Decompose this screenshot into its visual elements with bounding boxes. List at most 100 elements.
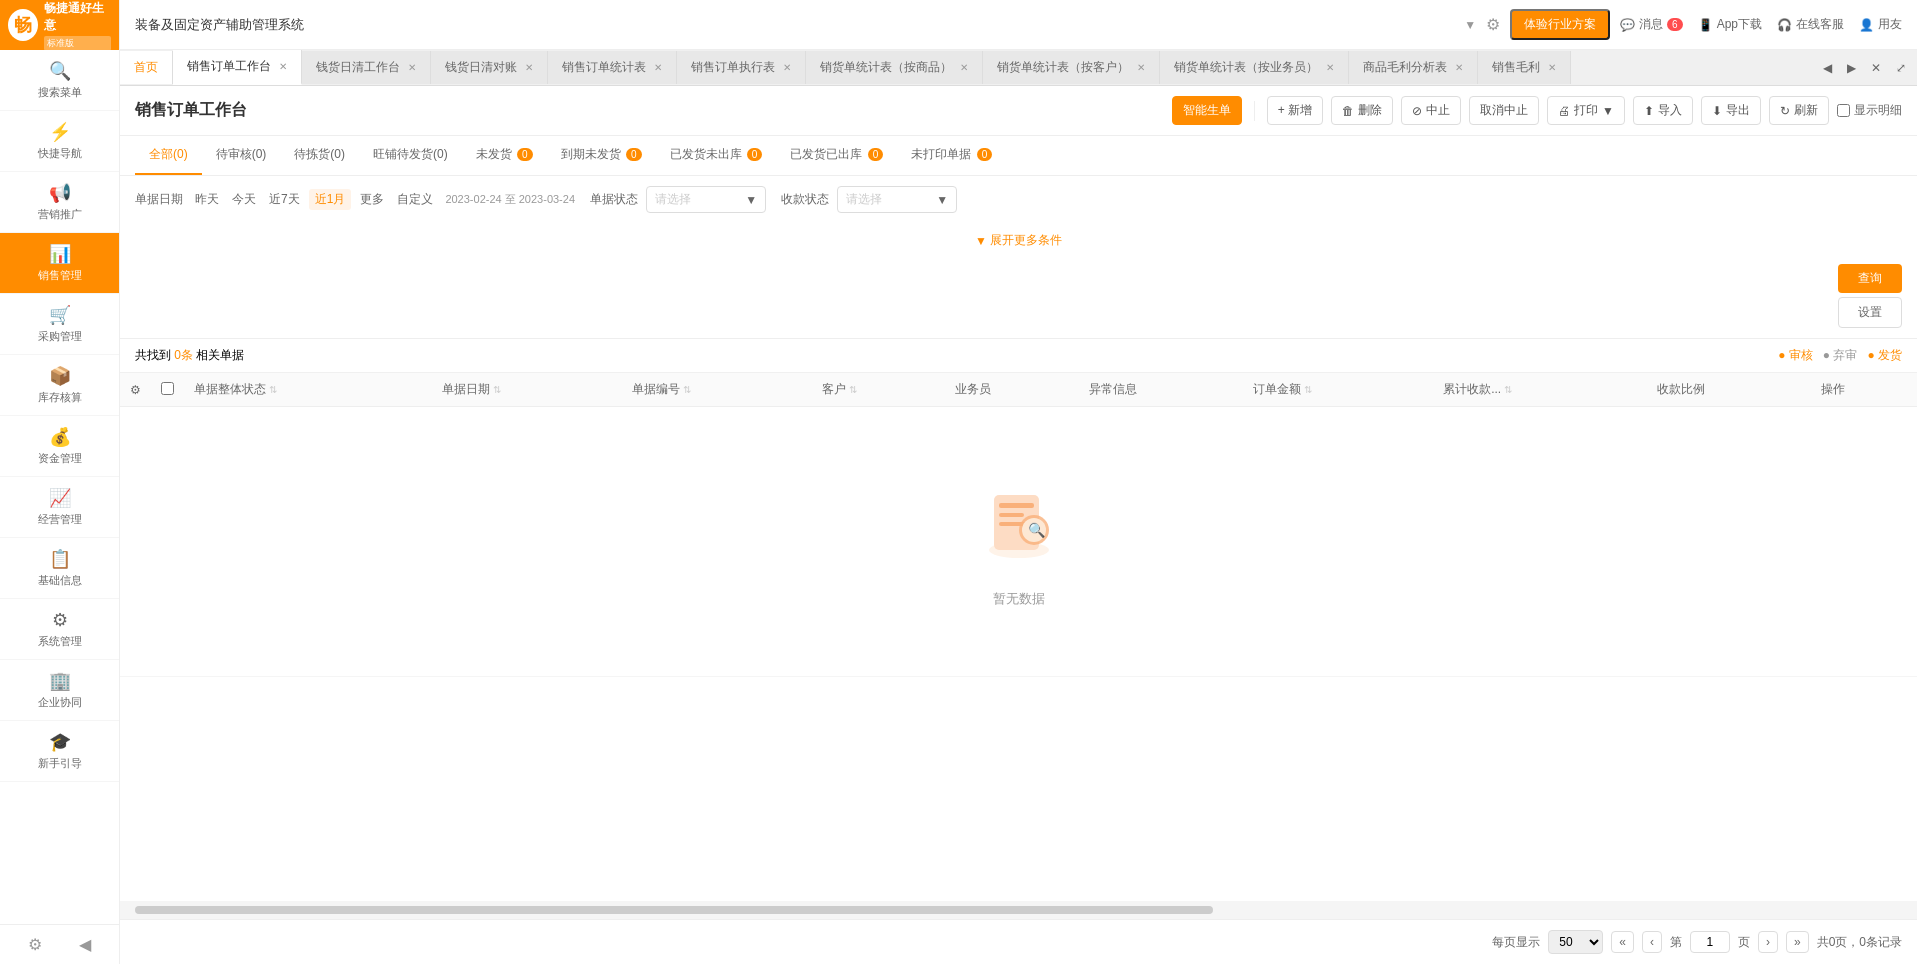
- sidebar-item-sales[interactable]: 📊销售管理: [0, 233, 119, 294]
- set-btn[interactable]: 设置: [1838, 297, 1902, 328]
- prev-page-btn[interactable]: ‹: [1642, 931, 1662, 953]
- user-menu[interactable]: 👤 用友: [1859, 16, 1902, 33]
- th-date[interactable]: 单据日期⇅: [432, 373, 622, 407]
- sidebar-item-system[interactable]: ⚙系统管理: [0, 599, 119, 660]
- tab-sales-stat-customer[interactable]: 销货单统计表（按客户） ✕: [983, 51, 1160, 84]
- th-staff[interactable]: 业务员: [945, 373, 1080, 407]
- per-page-select[interactable]: 50 100 200: [1548, 930, 1603, 954]
- date-yesterday[interactable]: 昨天: [191, 189, 223, 210]
- tab-home[interactable]: 首页: [120, 51, 173, 84]
- review-btn[interactable]: ● 审核: [1778, 347, 1813, 364]
- tab-close-sales-order-stat[interactable]: ✕: [654, 62, 662, 73]
- tab-close-all-btn[interactable]: ✕: [1865, 57, 1887, 79]
- cancel-stop-btn[interactable]: 取消中止: [1469, 96, 1539, 125]
- tab-close-sales-stat-customer[interactable]: ✕: [1137, 62, 1145, 73]
- filter-tab-all[interactable]: 全部(0): [135, 136, 202, 175]
- last-page-btn[interactable]: »: [1786, 931, 1809, 953]
- ship-btn[interactable]: ● 发货: [1867, 347, 1902, 364]
- tab-sales-order-workbench[interactable]: 销售订单工作台 ✕: [173, 50, 302, 85]
- cancel-review-btn[interactable]: ● 弃审: [1823, 347, 1858, 364]
- tab-close-sales-order-workbench[interactable]: ✕: [279, 61, 287, 72]
- payment-status-select[interactable]: 请选择 ▼: [837, 186, 957, 213]
- tab-sales-order-stat[interactable]: 销售订单统计表 ✕: [548, 51, 677, 84]
- tab-cash-reconcile[interactable]: 钱货日清对账 ✕: [431, 51, 548, 84]
- main-content: 装备及固定资产辅助管理系统 ▼ ⚙ 体验行业方案 💬 消息 6 📱 App下载 …: [120, 0, 1917, 964]
- sidebar-item-enterprise[interactable]: 🏢企业协同: [0, 660, 119, 721]
- stop-btn[interactable]: ⊘ 中止: [1401, 96, 1461, 125]
- date-1month[interactable]: 近1月: [309, 189, 352, 210]
- th-collected[interactable]: 累计收款...⇅: [1433, 373, 1647, 407]
- sidebar-item-quick-nav[interactable]: ⚡快捷导航: [0, 111, 119, 172]
- tab-prev-btn[interactable]: ◀: [1817, 57, 1838, 79]
- sidebar-item-purchase[interactable]: 🛒采购管理: [0, 294, 119, 355]
- tab-close-product-margin[interactable]: ✕: [1455, 62, 1463, 73]
- tab-cash-daily-work[interactable]: 钱货日清工作台 ✕: [302, 51, 431, 84]
- sidebar-item-basic-info[interactable]: 📋基础信息: [0, 538, 119, 599]
- filter-tab-wangpu[interactable]: 旺铺待发货(0): [359, 136, 462, 175]
- date-today[interactable]: 今天: [228, 189, 260, 210]
- th-status[interactable]: 单据整体状态⇅: [184, 373, 432, 407]
- scroll-bar-thumb[interactable]: [135, 906, 1213, 914]
- import-btn[interactable]: ⬆ 导入: [1633, 96, 1693, 125]
- settings-icon[interactable]: ⚙: [28, 935, 42, 954]
- delete-btn[interactable]: 🗑 删除: [1331, 96, 1393, 125]
- th-number[interactable]: 单据编号⇅: [622, 373, 812, 407]
- page-input[interactable]: [1690, 931, 1730, 953]
- filter-tab-shipped-not-out[interactable]: 已发货未出库 0: [656, 136, 777, 175]
- filter-tab-not-printed[interactable]: 未打印单据 0: [897, 136, 1006, 175]
- tab-close-cash-daily-work[interactable]: ✕: [408, 62, 416, 73]
- message-btn[interactable]: 💬 消息 6: [1620, 16, 1683, 33]
- sidebar-item-finance[interactable]: 💰资金管理: [0, 416, 119, 477]
- filter-tab-not-shipped[interactable]: 未发货 0: [462, 136, 547, 175]
- tab-sales-gross[interactable]: 销售毛利 ✕: [1478, 51, 1571, 84]
- tab-next-btn[interactable]: ▶: [1841, 57, 1862, 79]
- tab-close-cash-reconcile[interactable]: ✕: [525, 62, 533, 73]
- tab-maximize-btn[interactable]: ⤢: [1890, 57, 1912, 79]
- tab-close-sales-stat-staff[interactable]: ✕: [1326, 62, 1334, 73]
- th-abnormal[interactable]: 异常信息: [1079, 373, 1243, 407]
- date-more[interactable]: 更多: [356, 189, 388, 210]
- collapse-icon[interactable]: ◀: [79, 935, 91, 954]
- show-detail-checkbox[interactable]: [1837, 104, 1850, 117]
- dropdown-icon[interactable]: ▼: [1464, 18, 1476, 32]
- export-btn[interactable]: ⬇ 导出: [1701, 96, 1761, 125]
- next-page-btn[interactable]: ›: [1758, 931, 1778, 953]
- sidebar-item-search[interactable]: 🔍搜索菜单: [0, 50, 119, 111]
- sidebar-item-operations[interactable]: 📈经营管理: [0, 477, 119, 538]
- app-download-btn[interactable]: 📱 App下载: [1698, 16, 1762, 33]
- sidebar-item-marketing[interactable]: 📢营销推广: [0, 172, 119, 233]
- tab-sales-stat-product[interactable]: 销货单统计表（按商品） ✕: [806, 51, 983, 84]
- th-check[interactable]: [151, 373, 184, 407]
- status-select[interactable]: 请选择 ▼: [646, 186, 766, 213]
- date-custom[interactable]: 自定义: [393, 189, 437, 210]
- print-btn[interactable]: 🖨 打印 ▼: [1547, 96, 1625, 125]
- filter-tab-pending-review[interactable]: 待审核(0): [202, 136, 281, 175]
- tab-product-margin[interactable]: 商品毛利分析表 ✕: [1349, 51, 1478, 84]
- filter-tab-pending-inspection[interactable]: 待拣货(0): [280, 136, 359, 175]
- industry-btn[interactable]: 体验行业方案: [1510, 9, 1610, 40]
- filter-tab-expired-not-shipped[interactable]: 到期未发货 0: [547, 136, 656, 175]
- tab-close-sales-gross[interactable]: ✕: [1548, 62, 1556, 73]
- online-service-btn[interactable]: 🎧 在线客服: [1777, 16, 1844, 33]
- tab-sales-order-exec[interactable]: 销售订单执行表 ✕: [677, 51, 806, 84]
- settings-icon[interactable]: ⚙: [1486, 15, 1500, 34]
- first-page-btn[interactable]: «: [1611, 931, 1634, 953]
- tab-close-sales-stat-product[interactable]: ✕: [960, 62, 968, 73]
- th-amount[interactable]: 订单金额⇅: [1243, 373, 1433, 407]
- expand-btn[interactable]: ▼ 展开更多条件: [975, 232, 1062, 249]
- th-customer[interactable]: 客户⇅: [812, 373, 944, 407]
- sidebar-item-inventory[interactable]: 📦库存核算: [0, 355, 119, 416]
- search-btn[interactable]: 查询: [1838, 264, 1902, 293]
- filter-tab-shipped-out[interactable]: 已发货已出库 0: [776, 136, 897, 175]
- tab-close-sales-order-exec[interactable]: ✕: [783, 62, 791, 73]
- refresh-btn[interactable]: ↻ 刷新: [1769, 96, 1829, 125]
- horizontal-scrollbar[interactable]: [120, 901, 1917, 919]
- date-7days[interactable]: 近7天: [265, 189, 304, 210]
- show-detail-toggle[interactable]: 显示明细: [1837, 102, 1902, 119]
- new-btn[interactable]: + 新增: [1267, 96, 1323, 125]
- th-settings[interactable]: ⚙: [120, 373, 151, 407]
- sidebar-item-guide[interactable]: 🎓新手引导: [0, 721, 119, 782]
- smart-create-btn[interactable]: 智能生单: [1172, 96, 1242, 125]
- select-all-checkbox[interactable]: [161, 382, 174, 395]
- tab-sales-stat-staff[interactable]: 销货单统计表（按业务员） ✕: [1160, 51, 1349, 84]
